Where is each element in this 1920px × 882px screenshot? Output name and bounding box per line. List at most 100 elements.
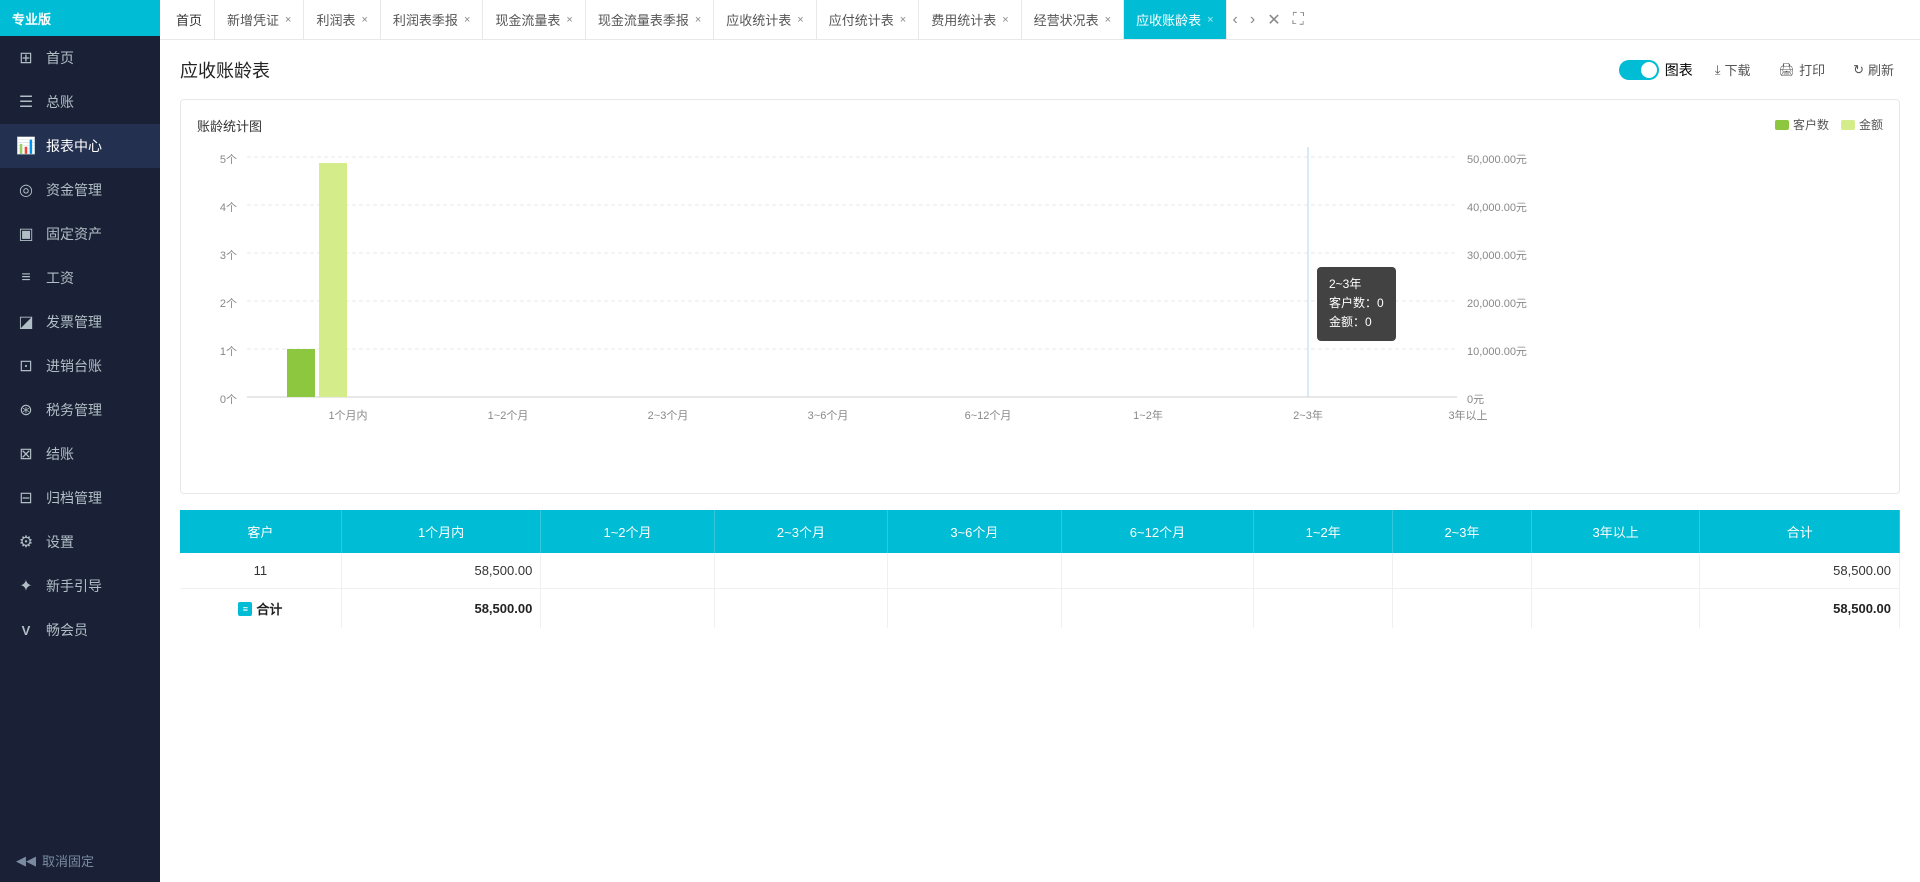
svg-text:3年以上: 3年以上 (1448, 408, 1487, 422)
tab-profit-season[interactable]: 利润表季报 × (381, 0, 483, 40)
chart-toggle-label: 图表 (1665, 60, 1693, 80)
svg-text:4个: 4个 (220, 201, 237, 214)
data-table: 客户 1个月内 1~2个月 2~3个月 3~6个月 6~12个月 1~2年 2~… (180, 510, 1900, 628)
refresh-icon: ↻ (1853, 62, 1864, 78)
tab-next-btn[interactable]: › (1244, 0, 1261, 40)
svg-text:3个: 3个 (220, 249, 237, 262)
tab-biz-stat-label: 经营状况表 (1034, 10, 1099, 29)
tab-biz-stat-close[interactable]: × (1105, 14, 1111, 26)
tab-cashflow-season-close[interactable]: × (695, 14, 701, 26)
tab-cashflow-season[interactable]: 现金流量表季报 × (586, 0, 714, 40)
th-total: 合计 (1700, 510, 1900, 553)
tab-ar-stat[interactable]: 应收统计表 × (714, 0, 816, 40)
td-m12 (541, 553, 714, 589)
sidebar-item-close[interactable]: ⊠ 结账 (0, 432, 160, 476)
ledger-icon: ☰ (16, 92, 36, 112)
svg-text:5个: 5个 (220, 153, 237, 166)
print-label: 打印 (1799, 60, 1825, 79)
tab-close-all-btn[interactable]: ✕ (1261, 0, 1286, 40)
tab-cashflow[interactable]: 现金流量表 × (483, 0, 585, 40)
sidebar-item-invoice[interactable]: ◪ 发票管理 (0, 300, 160, 344)
tab-biz-stat[interactable]: 经营状况表 × (1022, 0, 1124, 40)
tab-expense-stat-close[interactable]: × (1002, 14, 1008, 26)
sidebar-item-sales[interactable]: ⊡ 进销台账 (0, 344, 160, 388)
member-icon: V (16, 623, 36, 638)
sidebar-item-funds[interactable]: ◎ 资金管理 (0, 168, 160, 212)
svg-text:3~6个月: 3~6个月 (808, 409, 849, 422)
sidebar-label-settings: 设置 (46, 532, 74, 552)
tfoot-m36 (888, 589, 1061, 629)
table-header-row: 客户 1个月内 1~2个月 2~3个月 3~6个月 6~12个月 1~2年 2~… (180, 510, 1900, 553)
tab-expense-stat[interactable]: 费用统计表 × (919, 0, 1021, 40)
sidebar-item-guide[interactable]: ✦ 新手引导 (0, 564, 160, 608)
tab-profit-label: 利润表 (316, 10, 355, 29)
sidebar-item-settings[interactable]: ⚙ 设置 (0, 520, 160, 564)
td-total: 58,500.00 (1700, 553, 1900, 589)
funds-icon: ◎ (16, 180, 36, 200)
sidebar-label-archive: 归档管理 (46, 488, 102, 508)
sidebar-pin-toggle[interactable]: ◀◀ 取消固定 (0, 839, 160, 882)
tab-ap-stat-close[interactable]: × (900, 14, 906, 26)
tab-home[interactable]: 首页 (164, 0, 215, 40)
sidebar-label-close: 结账 (46, 444, 74, 464)
tab-cashflow-close[interactable]: × (566, 14, 572, 26)
tfoot-y3plus (1531, 589, 1700, 629)
guide-icon: ✦ (16, 576, 36, 596)
app-logo: 专业版 (0, 0, 160, 36)
refresh-btn[interactable]: ↻ 刷新 (1847, 56, 1900, 83)
chart-legend: 客户数 金额 (1775, 116, 1883, 133)
td-m23 (714, 553, 887, 589)
tab-ar-stat-close[interactable]: × (797, 14, 803, 26)
svg-text:2个: 2个 (220, 297, 237, 310)
tab-voucher[interactable]: 新增凭证 × (215, 0, 304, 40)
tfoot-m612 (1061, 589, 1254, 629)
tab-ar-aging-close[interactable]: × (1207, 14, 1213, 26)
sidebar-item-reports[interactable]: 📊 报表中心 (0, 124, 160, 168)
tab-ap-stat-label: 应付统计表 (829, 10, 894, 29)
sidebar-item-archive[interactable]: ⊟ 归档管理 (0, 476, 160, 520)
tab-prev-btn[interactable]: ‹ (1227, 0, 1244, 40)
table-row: 11 58,500.00 58,500.00 (180, 553, 1900, 589)
chart-svg: 0个 1个 2个 3个 4个 5个 0元 10,000.00元 20,000.0… (197, 147, 1883, 447)
sidebar-item-tax[interactable]: ⊛ 税务管理 (0, 388, 160, 432)
legend-lightgreen-color (1841, 120, 1855, 130)
svg-text:2~3个月: 2~3个月 (648, 409, 689, 422)
download-btn[interactable]: ⤓ 下载 (1709, 56, 1757, 83)
tab-voucher-label: 新增凭证 (227, 10, 279, 29)
tab-profit-close[interactable]: × (361, 14, 367, 26)
sidebar-label-salary: 工资 (46, 268, 74, 288)
chart-toggle[interactable] (1619, 60, 1659, 80)
svg-text:1~2年: 1~2年 (1133, 408, 1163, 422)
page-actions: 图表 ⤓ 下载 🖨 打印 ↻ 刷新 (1619, 56, 1900, 83)
tax-icon: ⊛ (16, 400, 36, 420)
svg-text:1个月内: 1个月内 (328, 408, 367, 422)
download-label: 下载 (1725, 60, 1751, 79)
th-m36: 3~6个月 (888, 510, 1061, 553)
tab-voucher-close[interactable]: × (285, 14, 291, 26)
td-y23 (1393, 553, 1532, 589)
td-m36 (888, 553, 1061, 589)
th-m12: 1~2个月 (541, 510, 714, 553)
archive-icon: ⊟ (16, 488, 36, 508)
tab-ar-aging[interactable]: 应收账龄表 × (1124, 0, 1226, 40)
tab-expand-btn[interactable]: ⛶ (1287, 0, 1310, 40)
legend-amount-label: 金额 (1859, 116, 1883, 133)
sidebar-item-assets[interactable]: ▣ 固定资产 (0, 212, 160, 256)
tab-home-label: 首页 (176, 10, 202, 29)
legend-amount: 金额 (1841, 116, 1883, 133)
sidebar-item-home[interactable]: ⊞ 首页 (0, 36, 160, 80)
assets-icon: ▣ (16, 224, 36, 244)
print-btn[interactable]: 🖨 打印 (1773, 56, 1832, 83)
sidebar-item-ledger[interactable]: ☰ 总账 (0, 80, 160, 124)
tab-profit-season-close[interactable]: × (464, 14, 470, 26)
tab-profit[interactable]: 利润表 × (304, 0, 380, 40)
tab-ap-stat[interactable]: 应付统计表 × (817, 0, 919, 40)
svg-text:0个: 0个 (220, 393, 237, 406)
sidebar-item-member[interactable]: V 畅会员 (0, 608, 160, 652)
tab-ar-aging-label: 应收账龄表 (1136, 10, 1201, 29)
tab-cashflow-season-label: 现金流量表季报 (598, 10, 689, 29)
salary-icon: ≡ (16, 269, 36, 287)
bar-m1-amount (319, 163, 347, 397)
svg-text:1~2个月: 1~2个月 (488, 409, 529, 422)
sidebar-item-salary[interactable]: ≡ 工资 (0, 256, 160, 300)
